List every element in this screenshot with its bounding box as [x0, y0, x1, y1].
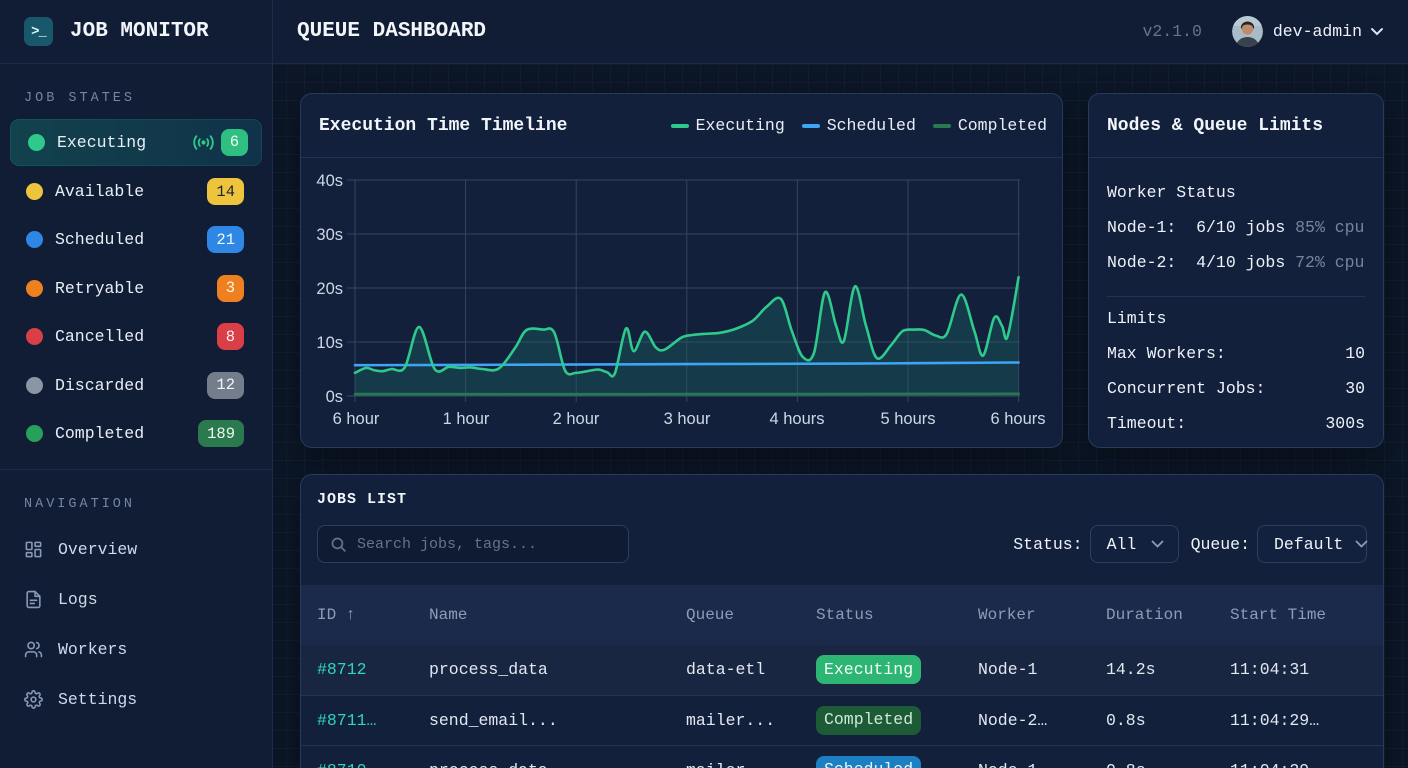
- svg-text:6 hour: 6 hour: [333, 410, 380, 428]
- svg-text:3 hour: 3 hour: [664, 410, 711, 428]
- svg-text:0s: 0s: [326, 388, 343, 406]
- svg-text:10s: 10s: [316, 334, 343, 352]
- svg-text:20s: 20s: [316, 280, 343, 298]
- svg-text:4 hours: 4 hours: [769, 410, 824, 428]
- svg-text:1 hour: 1 hour: [443, 410, 490, 428]
- svg-text:30s: 30s: [316, 226, 343, 244]
- svg-text:40s: 40s: [316, 172, 343, 190]
- svg-text:5 hours: 5 hours: [880, 410, 935, 428]
- svg-text:6 hours: 6 hours: [990, 410, 1045, 428]
- svg-text:2 hour: 2 hour: [553, 410, 600, 428]
